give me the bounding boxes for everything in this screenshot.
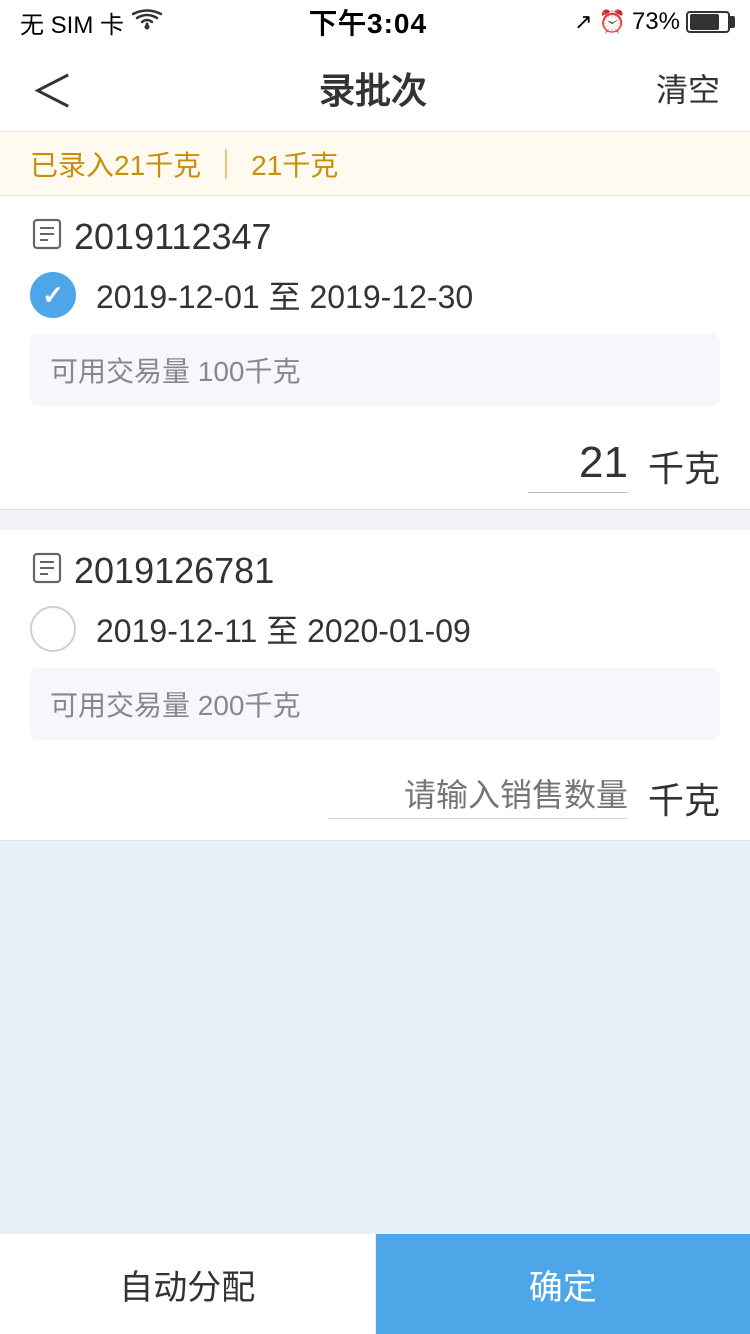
- battery-icon: [686, 11, 730, 33]
- section-divider: [0, 510, 750, 530]
- location-icon: ↗: [574, 9, 592, 35]
- batch2-date-row[interactable]: 2019-12-11 至 2020-01-09: [30, 606, 720, 652]
- batch2-available: 可用交易量 200千克: [30, 668, 720, 740]
- batch2-input-row: 千克: [0, 756, 750, 841]
- page-title: 录批次: [319, 62, 427, 114]
- confirm-button[interactable]: 确定: [376, 1234, 750, 1334]
- alarm-icon: ⏰: [599, 9, 626, 35]
- status-bar-right: ↗ ⏰ 73%: [574, 8, 730, 36]
- info-banner: 已录入21千克 21千克: [0, 132, 750, 196]
- batch1-date-row[interactable]: ✓ 2019-12-01 至 2019-12-30: [30, 272, 720, 318]
- batch2-icon: [30, 550, 64, 592]
- batch1-amount-input[interactable]: [528, 438, 628, 488]
- batch2-unit: 千克: [648, 772, 720, 824]
- batch1-check-icon: ✓: [42, 280, 64, 311]
- status-bar-time: 下午3:04: [309, 2, 427, 42]
- batch1-date: 2019-12-01 至 2019-12-30: [96, 272, 473, 318]
- auto-distribute-button[interactable]: 自动分配: [0, 1234, 376, 1334]
- batch1-amount-row: 千克: [0, 422, 750, 510]
- batch1-id: 2019112347: [74, 216, 272, 258]
- battery-percent: 73%: [632, 8, 680, 36]
- batch1-amount-wrapper: [528, 438, 628, 493]
- status-bar-left: 无 SIM 卡: [20, 5, 162, 40]
- batch2-id: 2019126781: [74, 550, 274, 592]
- batch2-id-row: 2019126781: [30, 550, 720, 592]
- batch1-available: 可用交易量 100千克: [30, 334, 720, 406]
- batch2-radio[interactable]: [30, 606, 76, 652]
- batch2-date: 2019-12-11 至 2020-01-09: [96, 606, 471, 652]
- banner-divider: [225, 149, 227, 179]
- batch2-card: 2019126781 2019-12-11 至 2020-01-09 可用交易量…: [0, 530, 750, 841]
- clear-button[interactable]: 清空: [656, 65, 720, 111]
- carrier-text: 无 SIM 卡: [20, 5, 124, 40]
- batch1-unit: 千克: [648, 440, 720, 492]
- back-button[interactable]: ＜: [30, 56, 90, 120]
- nav-bar: ＜ 录批次 清空: [0, 44, 750, 132]
- wifi-icon: [132, 8, 162, 37]
- batch1-icon: [30, 216, 64, 258]
- total-amount: 21千克: [251, 144, 338, 184]
- bottom-bar: 自动分配 确定: [0, 1234, 750, 1334]
- recorded-amount: 已录入21千克: [30, 144, 201, 184]
- batch1-id-row: 2019112347: [30, 216, 720, 258]
- batch1-card: 2019112347 ✓ 2019-12-01 至 2019-12-30 可用交…: [0, 196, 750, 510]
- status-bar: 无 SIM 卡 下午3:04 ↗ ⏰ 73%: [0, 0, 750, 44]
- batch1-radio[interactable]: ✓: [30, 272, 76, 318]
- batch2-amount-input[interactable]: [328, 777, 628, 814]
